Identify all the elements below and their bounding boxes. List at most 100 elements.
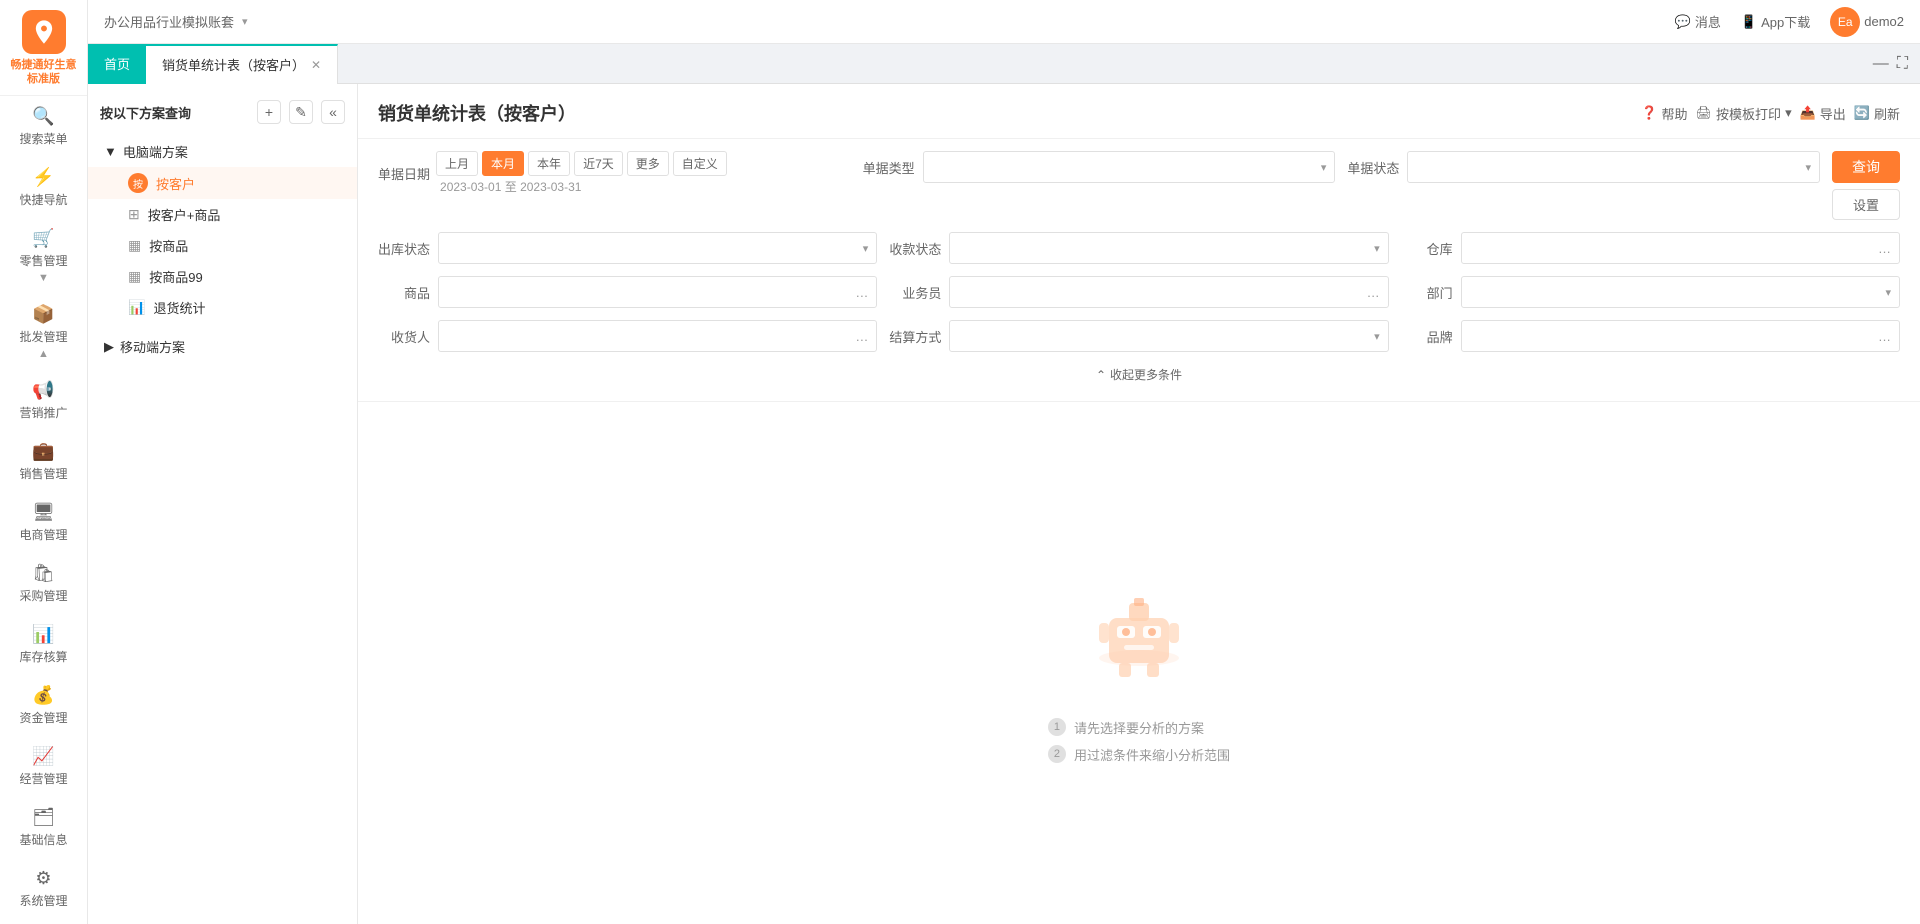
sidebar: 畅捷通好生意 标准版 🔍 搜索菜单 ⚡ 快捷导航 🛒 零售管理 ▼ 📦 批发管理… <box>0 0 88 924</box>
sidebar-item-sales[interactable]: 💼 销售管理 <box>0 431 87 492</box>
sidebar-item-operations[interactable]: 📈 经营管理 <box>0 736 87 797</box>
salesperson-select[interactable]: … <box>949 276 1388 308</box>
export-icon: 📤 <box>1800 105 1816 121</box>
sidebar-item-finance[interactable]: 💰 资金管理 <box>0 675 87 736</box>
sidebar-item-inventory[interactable]: 📊 库存核算 <box>0 614 87 675</box>
window-controls: — ⛶ <box>1873 55 1920 73</box>
tab-close-icon[interactable]: ✕ <box>311 58 321 72</box>
help-icon: ❓ <box>1641 105 1657 121</box>
collapse-bar[interactable]: ⌃ 收起更多条件 <box>378 360 1900 389</box>
scheme-goods-label: 按商品 <box>149 236 188 255</box>
sidebar-ecommerce-label: 电商管理 <box>19 526 67 543</box>
sidebar-purchase-label: 采购管理 <box>19 587 67 604</box>
empty-tips: 1 请先选择要分析的方案 2 用过滤条件来缩小分析范围 <box>1048 718 1230 764</box>
mobile-section-header[interactable]: ▶ 移动端方案 <box>88 331 357 362</box>
edit-scheme-button[interactable]: ✎ <box>289 100 313 124</box>
print-button[interactable]: 🖨 按模板打印 ▾ <box>1696 104 1792 123</box>
tip-2-text: 用过滤条件来缩小分析范围 <box>1074 745 1230 764</box>
retail-icon: 🛒 <box>32 228 54 249</box>
settings-button[interactable]: 设置 <box>1832 189 1900 220</box>
doc-type-select[interactable]: ▾ <box>923 151 1336 183</box>
sidebar-item-purchase[interactable]: 🛍 采购管理 <box>0 553 87 614</box>
sidebar-item-retail[interactable]: 🛒 零售管理 ▼ <box>0 218 87 294</box>
scheme-by-customer[interactable]: 按 按客户 <box>88 167 357 199</box>
collapse-panel-button[interactable]: « <box>321 100 345 124</box>
delivery-status-label: 出库状态 <box>378 239 430 258</box>
desktop-section-label: 电脑端方案 <box>123 142 188 161</box>
desktop-section-header[interactable]: ▼ 电脑端方案 <box>88 136 357 167</box>
empty-tip-1: 1 请先选择要分析的方案 <box>1048 718 1230 737</box>
add-scheme-button[interactable]: + <box>257 100 281 124</box>
doc-status-filter: 单据状态 ▾ <box>1347 151 1820 183</box>
tab-home[interactable]: 首页 <box>88 44 146 84</box>
department-chevron: ▾ <box>1885 286 1891 299</box>
payment-status-select[interactable]: ▾ <box>949 232 1388 264</box>
sidebar-logo: 畅捷通好生意 标准版 <box>0 0 87 96</box>
scheme-by-goods99[interactable]: ▦ 按商品99 <box>88 261 357 292</box>
date-this-month[interactable]: 本月 <box>482 151 524 176</box>
sidebar-retail-label: 零售管理 <box>19 252 67 269</box>
scheme-by-customer-goods[interactable]: ⊞ 按客户+商品 <box>88 199 357 230</box>
date-label: 单据日期 <box>378 164 430 183</box>
desktop-tree-section: ▼ 电脑端方案 按 按客户 ⊞ 按客户+商品 ▦ 按商品 ▦ <box>88 132 357 327</box>
goods-filter: 商品 … <box>378 276 877 308</box>
date-custom[interactable]: 自定义 <box>673 151 727 176</box>
scheme-customer-goods-label: 按客户+商品 <box>148 205 221 224</box>
help-button[interactable]: ❓ 帮助 <box>1641 104 1687 123</box>
industry-label: 办公用品行业模拟账套 <box>104 12 234 31</box>
industry-dropdown-icon[interactable]: ▾ <box>242 15 248 28</box>
desktop-expand-icon: ▼ <box>104 144 117 159</box>
window-maximize-icon[interactable]: ⛶ <box>1897 55 1908 73</box>
ecommerce-icon: 🖥 <box>32 502 55 523</box>
sidebar-item-ecommerce[interactable]: 🖥 电商管理 <box>0 492 87 553</box>
date-7days[interactable]: 近7天 <box>574 151 623 176</box>
empty-area: 1 请先选择要分析的方案 2 用过滤条件来缩小分析范围 <box>358 402 1920 924</box>
sidebar-item-marketing[interactable]: 📢 营销推广 <box>0 370 87 431</box>
export-button[interactable]: 📤 导出 <box>1800 104 1846 123</box>
warehouse-select[interactable]: … <box>1461 232 1900 264</box>
receiver-dots: … <box>855 329 868 344</box>
empty-tip-2: 2 用过滤条件来缩小分析范围 <box>1048 745 1230 764</box>
sidebar-item-enterprise[interactable]: 🤝 企业协同 <box>0 919 87 924</box>
sidebar-nav: 🔍 搜索菜单 ⚡ 快捷导航 🛒 零售管理 ▼ 📦 批发管理 ▲ 📢 营销推广 💼… <box>0 96 87 924</box>
sidebar-item-basics[interactable]: 🗂 基础信息 <box>0 797 87 858</box>
delivery-status-filter: 出库状态 ▾ <box>378 232 877 264</box>
tab-bar: 首页 销货单统计表（按客户） ✕ — ⛶ <box>88 44 1920 84</box>
date-more[interactable]: 更多 <box>627 151 669 176</box>
doc-status-select[interactable]: ▾ <box>1407 151 1820 183</box>
message-button[interactable]: 💬 消息 <box>1675 12 1721 31</box>
goods-select[interactable]: … <box>438 276 877 308</box>
brand-filter: 品牌 … <box>1401 320 1900 352</box>
sidebar-item-system[interactable]: ⚙ 系统管理 <box>0 858 87 919</box>
delivery-status-select[interactable]: ▾ <box>438 232 877 264</box>
sales-icon: 💼 <box>32 441 54 462</box>
message-icon: 💬 <box>1675 14 1691 30</box>
search-button[interactable]: 查询 <box>1832 151 1900 183</box>
date-last-month[interactable]: 上月 <box>436 151 478 176</box>
scheme-return-stats[interactable]: 📊 退货统计 <box>88 292 357 323</box>
empty-illustration <box>1079 563 1199 702</box>
brand-label: 品牌 <box>1401 327 1453 346</box>
filter-area: 单据日期 上月 本月 本年 近7天 更多 自定义 2023-03-01 至 20… <box>358 139 1920 402</box>
date-range-text: 2023-03-01 至 2023-03-31 <box>440 178 727 195</box>
add-icon: + <box>265 104 273 120</box>
goods-dots: … <box>855 285 868 300</box>
date-this-year[interactable]: 本年 <box>528 151 570 176</box>
doc-type-chevron: ▾ <box>1321 161 1327 174</box>
refresh-button[interactable]: 🔄 刷新 <box>1854 104 1900 123</box>
tab-sales-stats[interactable]: 销货单统计表（按客户） ✕ <box>146 44 338 84</box>
department-select[interactable]: ▾ <box>1461 276 1900 308</box>
tip-1-text: 请先选择要分析的方案 <box>1074 718 1204 737</box>
window-minimize-icon[interactable]: — <box>1873 55 1889 73</box>
scheme-by-goods[interactable]: ▦ 按商品 <box>88 230 357 261</box>
user-menu[interactable]: Ea demo2 <box>1830 7 1904 37</box>
sidebar-item-quicknav[interactable]: ⚡ 快捷导航 <box>0 157 87 218</box>
app-download-button[interactable]: 📱 App下载 <box>1741 12 1810 31</box>
brand-select[interactable]: … <box>1461 320 1900 352</box>
sidebar-item-wholesale[interactable]: 📦 批发管理 ▲ <box>0 294 87 370</box>
settlement-select[interactable]: ▾ <box>949 320 1388 352</box>
customer-goods-icon: ⊞ <box>128 206 140 223</box>
sidebar-item-search[interactable]: 🔍 搜索菜单 <box>0 96 87 157</box>
receiver-select[interactable]: … <box>438 320 877 352</box>
edit-icon: ✎ <box>295 104 307 121</box>
